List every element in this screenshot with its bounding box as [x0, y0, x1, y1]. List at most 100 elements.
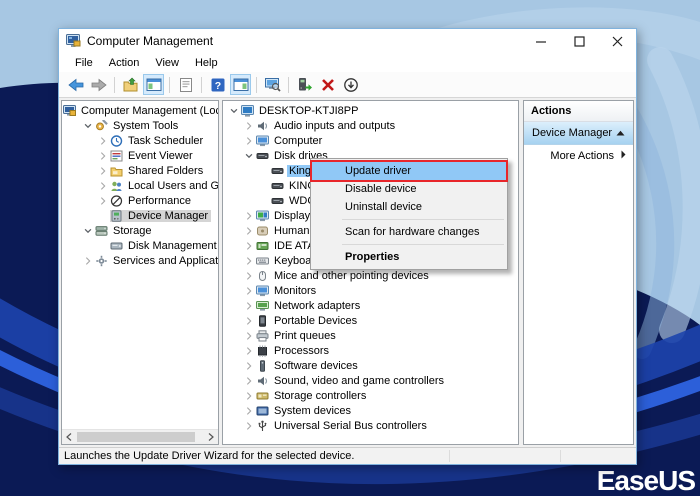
tree-item-processors[interactable]: Processors	[223, 343, 518, 358]
chevron-right-icon[interactable]	[242, 361, 256, 371]
chevron-down-icon[interactable]	[242, 151, 256, 161]
tree-item-label: Shared Folders	[126, 165, 206, 177]
tree-item-label: Universal Serial Bus controllers	[272, 420, 430, 432]
tree-item-computer[interactable]: Computer	[223, 133, 518, 148]
scroll-left-button[interactable]	[62, 430, 76, 444]
tree-item-audio-inputs-and-outputs[interactable]: Audio inputs and outputs	[223, 118, 518, 133]
disk-management-icon	[110, 240, 126, 252]
tree-item-universal-serial-bus-controllers[interactable]: Universal Serial Bus controllers	[223, 418, 518, 433]
tree-item-desktop-ktji8pp[interactable]: DESKTOP-KTJI8PP	[223, 103, 518, 118]
title-bar[interactable]: Computer Management	[59, 29, 636, 53]
chevron-right-icon[interactable]	[242, 121, 256, 131]
disable-device-menu-item[interactable]: Disable device	[312, 180, 506, 198]
chevron-right-icon[interactable]	[242, 211, 256, 221]
chevron-down-icon[interactable]	[81, 121, 95, 131]
audio-icon	[256, 375, 272, 387]
menu-help[interactable]: Help	[187, 57, 226, 69]
properties-doc-button[interactable]	[175, 74, 196, 95]
tree-item-network-adapters[interactable]: Network adapters	[223, 298, 518, 313]
tree-item-print-queues[interactable]: Print queues	[223, 328, 518, 343]
scroll-right-icon	[208, 433, 214, 441]
horizontal-scrollbar[interactable]	[62, 429, 218, 444]
chevron-right-icon[interactable]	[96, 181, 110, 191]
tree-item-portable-devices[interactable]: Portable Devices	[223, 313, 518, 328]
chevron-right-icon[interactable]	[96, 151, 110, 161]
chevron-right-icon[interactable]	[242, 346, 256, 356]
maximize-button[interactable]	[560, 29, 598, 53]
help-button[interactable]: ?	[207, 74, 228, 95]
tree-item-performance[interactable]: Performance	[62, 193, 218, 208]
display-adapter-icon	[256, 210, 272, 222]
chevron-right-icon[interactable]	[242, 256, 256, 266]
actions-group-device-manager[interactable]: Device Manager	[524, 122, 633, 145]
chevron-right-icon[interactable]	[242, 376, 256, 386]
forward-button[interactable]	[88, 74, 109, 95]
close-button[interactable]	[598, 29, 636, 53]
up-level-folder-button[interactable]	[120, 74, 141, 95]
console-tree-button[interactable]	[143, 74, 164, 95]
window-controls	[522, 29, 636, 53]
tree-item-computer-management-local[interactable]: Computer Management (Local	[62, 103, 218, 118]
chevron-down-icon[interactable]	[227, 106, 241, 116]
properties-menu-item[interactable]: Properties	[312, 248, 506, 266]
services-applications-icon	[95, 255, 111, 267]
chevron-down-icon[interactable]	[81, 226, 95, 236]
tree-item-event-viewer[interactable]: Event Viewer	[62, 148, 218, 163]
audio-icon	[256, 120, 272, 132]
tree-item-sound-video-and-game-controllers[interactable]: Sound, video and game controllers	[223, 373, 518, 388]
chevron-right-icon[interactable]	[242, 331, 256, 341]
menu-file[interactable]: File	[67, 57, 101, 69]
chevron-right-icon[interactable]	[81, 256, 95, 266]
tree-item-label: Software devices	[272, 360, 361, 372]
chevron-right-icon[interactable]	[242, 226, 256, 236]
disable-device-button[interactable]	[340, 74, 361, 95]
tree-item-label: Performance	[126, 195, 194, 207]
chevron-right-icon[interactable]	[96, 166, 110, 176]
collapse-icon[interactable]	[616, 130, 625, 136]
tree-item-label: Device Manager	[126, 210, 211, 222]
scroll-right-button[interactable]	[204, 430, 218, 444]
minimize-button[interactable]	[522, 29, 560, 53]
tree-item-local-users-and-groups[interactable]: Local Users and Groups	[62, 178, 218, 193]
update-driver-menu-item[interactable]: Update driver	[312, 162, 506, 180]
tree-item-storage-controllers[interactable]: Storage controllers	[223, 388, 518, 403]
tree-item-mice-and-other-pointing-devices[interactable]: Mice and other pointing devices	[223, 268, 518, 283]
menu-action[interactable]: Action	[101, 57, 148, 69]
computer-icon	[241, 105, 257, 117]
tree-item-shared-folders[interactable]: Shared Folders	[62, 163, 218, 178]
chevron-right-icon[interactable]	[242, 406, 256, 416]
portable-device-icon	[256, 315, 272, 327]
chevron-right-icon[interactable]	[242, 316, 256, 326]
local-users-icon	[110, 180, 126, 192]
chevron-right-icon[interactable]	[242, 136, 256, 146]
tree-item-system-tools[interactable]: System Tools	[62, 118, 218, 133]
tree-item-label: Sound, video and game controllers	[272, 375, 447, 387]
scan-hardware-button[interactable]	[262, 74, 283, 95]
tree-item-software-devices[interactable]: Software devices	[223, 358, 518, 373]
tree-item-device-manager[interactable]: Device Manager	[62, 208, 218, 223]
chevron-right-icon[interactable]	[242, 421, 256, 431]
tree-item-disk-management[interactable]: Disk Management	[62, 238, 218, 253]
more-actions-item[interactable]: More Actions	[524, 145, 633, 166]
tree-item-services-and-applications[interactable]: Services and Applications	[62, 253, 218, 268]
chevron-right-icon[interactable]	[242, 241, 256, 251]
performance-icon	[110, 195, 126, 207]
tree-item-task-scheduler[interactable]: Task Scheduler	[62, 133, 218, 148]
tree-item-system-devices[interactable]: System devices	[223, 403, 518, 418]
tree-item-storage[interactable]: Storage	[62, 223, 218, 238]
uninstall-device-button[interactable]	[317, 74, 338, 95]
chevron-right-icon[interactable]	[96, 136, 110, 146]
chevron-right-icon[interactable]	[242, 286, 256, 296]
scan-for-hardware-changes-menu-item[interactable]: Scan for hardware changes	[312, 223, 506, 241]
uninstall-device-menu-item[interactable]: Uninstall device	[312, 198, 506, 216]
scrollbar-thumb[interactable]	[77, 432, 195, 442]
chevron-right-icon[interactable]	[96, 196, 110, 206]
menu-view[interactable]: View	[147, 57, 187, 69]
chevron-right-icon[interactable]	[242, 391, 256, 401]
chevron-right-icon[interactable]	[242, 271, 256, 281]
tree-item-monitors[interactable]: Monitors	[223, 283, 518, 298]
update-driver-button[interactable]	[294, 74, 315, 95]
action-pane-button[interactable]	[230, 74, 251, 95]
back-button[interactable]	[65, 74, 86, 95]
chevron-right-icon[interactable]	[242, 301, 256, 311]
